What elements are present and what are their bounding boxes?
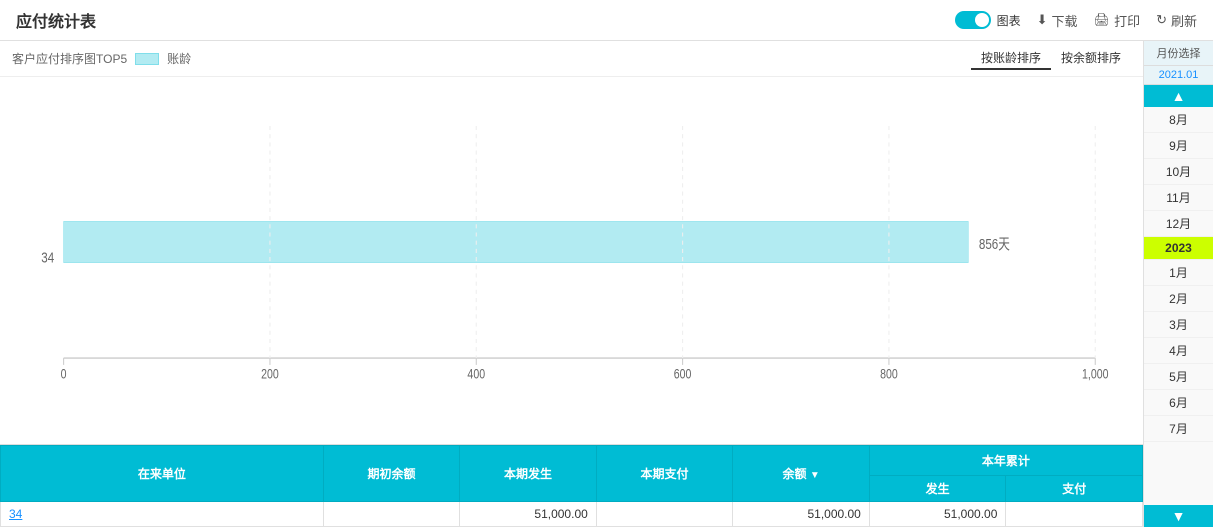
cell-ytd-occur: 51,000.00 xyxy=(869,502,1006,527)
cell-current-occur: 51,000.00 xyxy=(460,502,597,527)
col-ytd-header: 本年累计 xyxy=(869,446,1142,476)
col-opening-header: 期初余额 xyxy=(323,446,460,502)
cell-current-pay xyxy=(596,502,733,527)
chart-toggle-label: 图表 xyxy=(997,12,1021,29)
download-icon: ⬇ xyxy=(1037,12,1048,28)
sidebar-month-item[interactable]: 1月 xyxy=(1144,260,1213,286)
svg-text:400: 400 xyxy=(467,366,485,382)
cell-balance: 51,000.00 xyxy=(733,502,870,527)
sidebar-month-item[interactable]: 11月 xyxy=(1144,185,1213,211)
print-button[interactable]: 🖨 打印 xyxy=(1094,11,1141,30)
sidebar-month-item[interactable]: 7月 xyxy=(1144,416,1213,442)
main-content: 客户应付排序图TOP5 账龄 按账龄排序 按余额排序 34 856天 xyxy=(0,41,1213,527)
svg-text:1,000: 1,000 xyxy=(1082,366,1109,382)
chart-legend: 客户应付排序图TOP5 账龄 xyxy=(12,50,191,67)
col-balance-header: 余额 ▼ xyxy=(733,446,870,502)
chart-legend-label: 客户应付排序图TOP5 xyxy=(12,50,127,67)
data-table: 在来单位 期初余额 本期发生 本期支付 余额 ▼ 本年累计 xyxy=(0,445,1143,527)
header-actions: 图表 ⬇ 下载 🖨 打印 ↻ 刷新 xyxy=(955,11,1197,30)
table-row: 34 51,000.00 51,000.00 51,000.00 xyxy=(1,502,1143,527)
svg-text:856天: 856天 xyxy=(979,235,1010,252)
table-body: 34 51,000.00 51,000.00 51,000.00 xyxy=(1,502,1143,527)
svg-text:0: 0 xyxy=(61,366,67,382)
legend-box xyxy=(135,53,159,65)
table-section: 在来单位 期初余额 本期发生 本期支付 余额 ▼ 本年累计 xyxy=(0,444,1143,527)
svg-text:800: 800 xyxy=(880,366,898,382)
bar-chart: 34 856天 0 200 400 600 800 xyxy=(16,85,1127,440)
sidebar-months-list: 8月9月10月11月12月20231月2月3月4月5月6月7月 xyxy=(1144,107,1213,505)
sidebar-month-item[interactable]: 12月 xyxy=(1144,211,1213,237)
table-wrap: 在来单位 期初余额 本期发生 本期支付 余额 ▼ 本年累计 xyxy=(0,445,1143,527)
sidebar-month-item[interactable]: 8月 xyxy=(1144,107,1213,133)
refresh-button[interactable]: ↻ 刷新 xyxy=(1156,11,1197,30)
svg-text:34: 34 xyxy=(41,249,54,266)
svg-text:600: 600 xyxy=(674,366,692,382)
legend-box-label: 账龄 xyxy=(167,50,191,67)
sidebar-month-item[interactable]: 3月 xyxy=(1144,312,1213,338)
balance-filter-icon[interactable]: ▼ xyxy=(810,470,820,481)
cell-opening xyxy=(323,502,460,527)
cell-unit[interactable]: 34 xyxy=(1,502,324,527)
sidebar-year-input[interactable] xyxy=(1144,66,1213,85)
col-current-occur-header: 本期发生 xyxy=(460,446,597,502)
sort-by-age-button[interactable]: 按账龄排序 xyxy=(971,47,1051,70)
page-header: 应付统计表 图表 ⬇ 下载 🖨 打印 ↻ 刷新 xyxy=(0,0,1213,41)
sidebar-down-button[interactable]: ▼ xyxy=(1144,505,1213,527)
sidebar-month-item[interactable]: 5月 xyxy=(1144,364,1213,390)
col-unit-header: 在来单位 xyxy=(1,446,324,502)
sidebar-month-item[interactable]: 2月 xyxy=(1144,286,1213,312)
chart-toolbar: 客户应付排序图TOP5 账龄 按账龄排序 按余额排序 xyxy=(0,41,1143,77)
svg-text:200: 200 xyxy=(261,366,279,382)
refresh-icon: ↻ xyxy=(1156,12,1167,28)
sort-buttons: 按账龄排序 按余额排序 xyxy=(971,47,1131,70)
col-current-pay-header: 本期支付 xyxy=(596,446,733,502)
cell-ytd-pay xyxy=(1006,502,1143,527)
chart-toggle[interactable] xyxy=(955,11,991,29)
sidebar-up-button[interactable]: ▲ xyxy=(1144,85,1213,107)
sidebar-current-year-label: 2023 xyxy=(1144,237,1213,260)
col-ytd-occur-header: 发生 xyxy=(869,476,1006,502)
right-sidebar: 月份选择 ▲ 8月9月10月11月12月20231月2月3月4月5月6月7月 ▼ xyxy=(1143,41,1213,527)
chart-area: 34 856天 0 200 400 600 800 xyxy=(0,77,1143,444)
download-button[interactable]: ⬇ 下载 xyxy=(1037,11,1078,30)
sidebar-month-item[interactable]: 4月 xyxy=(1144,338,1213,364)
chart-section: 客户应付排序图TOP5 账龄 按账龄排序 按余额排序 34 856天 xyxy=(0,41,1143,527)
page-title: 应付统计表 xyxy=(16,8,96,32)
sort-by-balance-button[interactable]: 按余额排序 xyxy=(1051,47,1131,70)
sidebar-month-item[interactable]: 10月 xyxy=(1144,159,1213,185)
sidebar-month-item[interactable]: 6月 xyxy=(1144,390,1213,416)
col-ytd-pay-header: 支付 xyxy=(1006,476,1143,502)
chart-toggle-wrap: 图表 xyxy=(955,11,1021,29)
sidebar-month-item[interactable]: 9月 xyxy=(1144,133,1213,159)
sidebar-header: 月份选择 xyxy=(1144,41,1213,66)
print-icon: 🖨 xyxy=(1094,12,1111,28)
